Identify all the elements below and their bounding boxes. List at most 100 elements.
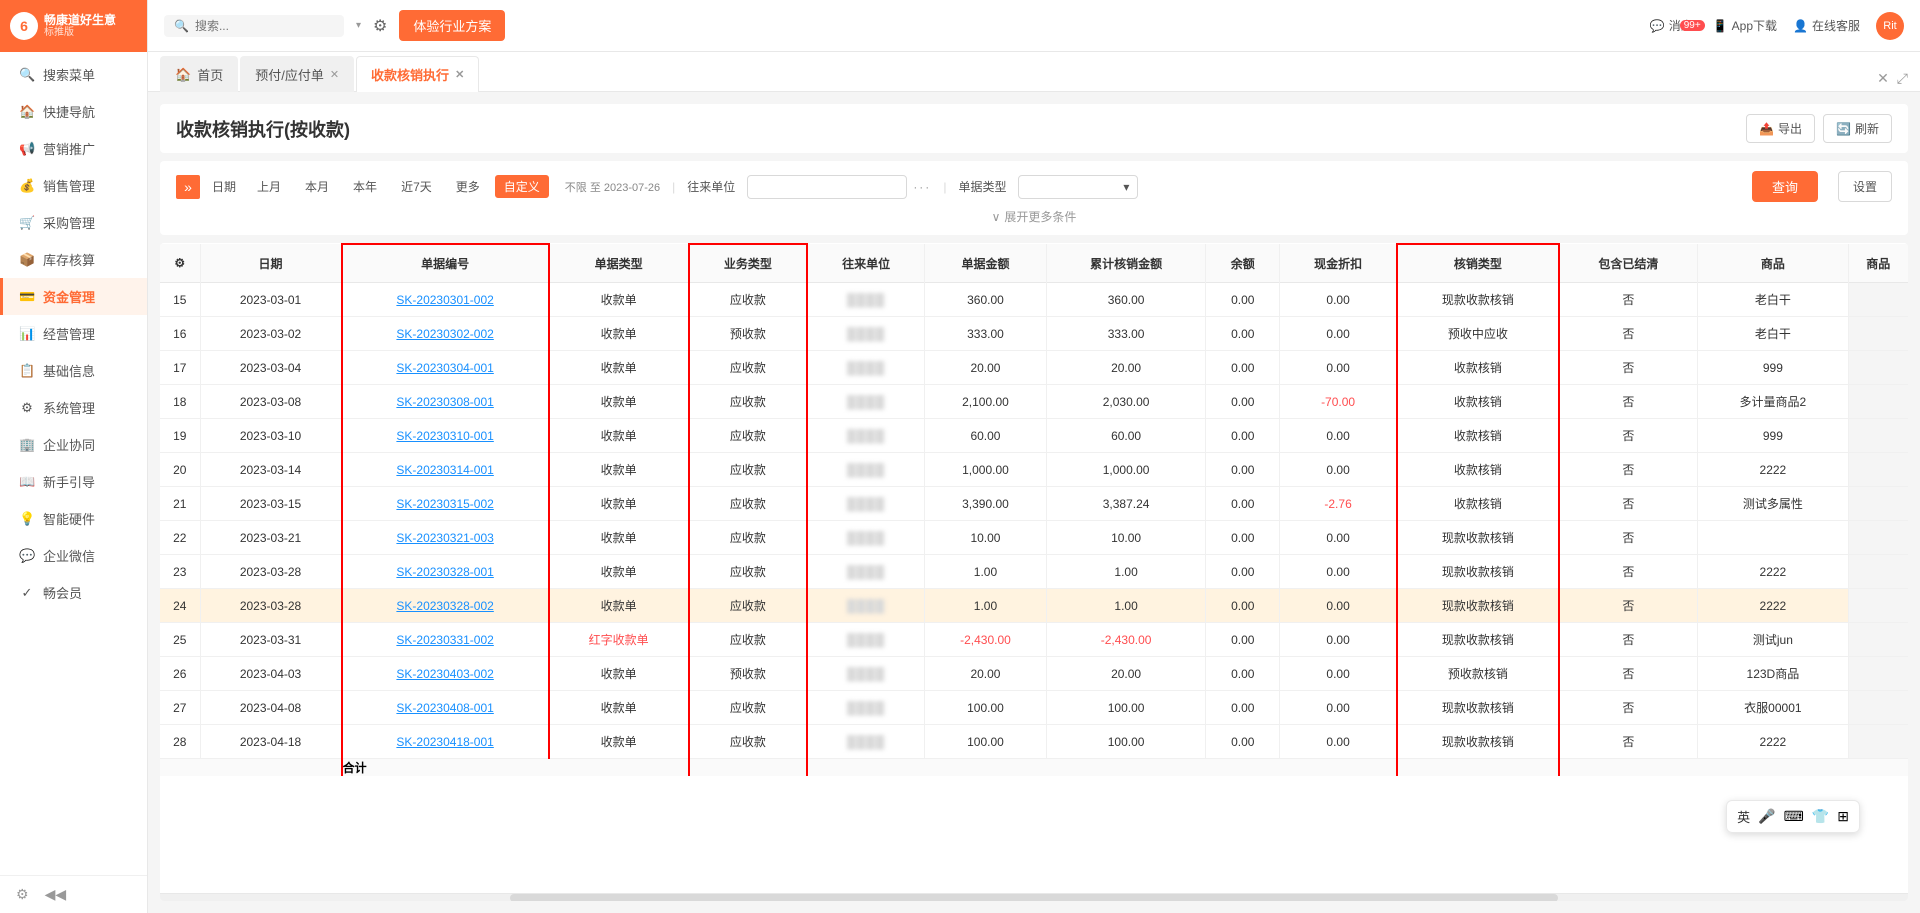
date-btn-last-month[interactable]: 上月 — [248, 175, 290, 198]
setting-button[interactable]: 设置 — [1838, 171, 1892, 202]
topbar-gear-icon[interactable]: ⚙ — [373, 16, 387, 36]
tab-home[interactable]: 🏠 首页 — [160, 56, 238, 92]
app-download-item[interactable]: 📱 App下载 — [1713, 17, 1777, 34]
date-btn-this-month[interactable]: 本月 — [296, 175, 338, 198]
date-btn-more[interactable]: 更多 — [447, 175, 489, 198]
sidebar-item-basic-info[interactable]: 📋 基础信息 — [0, 352, 147, 389]
ime-keyboard-icon[interactable]: ⌨ — [1784, 808, 1804, 825]
user-avatar[interactable]: Rit — [1876, 12, 1904, 40]
table-cell: 收款核销 — [1397, 453, 1559, 487]
sidebar-item-member[interactable]: ✓ 畅会员 — [0, 574, 147, 611]
table-cell[interactable]: SK-20230408-001 — [342, 691, 549, 725]
table-cell: 收款单 — [549, 283, 689, 317]
topbar-right: 💬 消息 99+ 📱 App下载 👤 在线客服 Rit — [1650, 12, 1904, 40]
table-scrollbar-thumb[interactable] — [510, 894, 1559, 901]
table-row[interactable]: 212023-03-15SK-20230315-002收款单应收款████3,3… — [160, 487, 1908, 521]
table-cell: 0.00 — [1280, 351, 1398, 385]
table-scrollbar[interactable] — [160, 893, 1908, 901]
settings-bottom-icon[interactable]: ⚙ — [16, 886, 29, 903]
table-cell[interactable]: SK-20230403-002 — [342, 657, 549, 691]
expand-more-label: 展开更多条件 — [1004, 208, 1076, 225]
sidebar-item-corp[interactable]: 🏢 企业协同 — [0, 426, 147, 463]
th-gear[interactable]: ⚙ — [160, 244, 200, 283]
purchase-icon: 🛒 — [19, 215, 35, 231]
partner-dots-button[interactable]: ··· — [913, 180, 931, 194]
table-cell[interactable]: SK-20230302-002 — [342, 317, 549, 351]
date-btn-this-year[interactable]: 本年 — [344, 175, 386, 198]
ime-grid-icon[interactable]: ⊞ — [1837, 808, 1849, 825]
tab-receipt-close[interactable]: ✕ — [455, 68, 464, 81]
table-row[interactable]: 222023-03-21SK-20230321-003收款单应收款████10.… — [160, 521, 1908, 555]
tab-close-all-icon[interactable]: ✕ — [1877, 70, 1889, 87]
table-cell[interactable]: SK-20230301-002 — [342, 283, 549, 317]
table-row[interactable]: 232023-03-28SK-20230328-001收款单应收款████1.0… — [160, 555, 1908, 589]
export-button[interactable]: 📤 导出 — [1746, 114, 1815, 143]
table-cell[interactable]: SK-20230328-001 — [342, 555, 549, 589]
ime-mic-icon[interactable]: 🎤 — [1758, 808, 1775, 825]
topbar-search-box[interactable]: 🔍 — [164, 15, 344, 37]
table-row[interactable]: 182023-03-08SK-20230308-001收款单应收款████2,1… — [160, 385, 1908, 419]
ime-shirt-icon[interactable]: 👕 — [1812, 808, 1829, 825]
table-row[interactable]: 272023-04-08SK-20230408-001收款单应收款████100… — [160, 691, 1908, 725]
table-row[interactable]: 242023-03-28SK-20230328-002收款单应收款████1.0… — [160, 589, 1908, 623]
table-row[interactable]: 262023-04-03SK-20230403-002收款单预收款████20.… — [160, 657, 1908, 691]
table-row[interactable]: 152023-03-01SK-20230301-002收款单应收款████360… — [160, 283, 1908, 317]
table-cell: 360.00 — [925, 283, 1047, 317]
table-cell[interactable]: SK-20230314-001 — [342, 453, 549, 487]
collapse-icon[interactable]: ◀◀ — [45, 886, 67, 903]
sidebar-item-system[interactable]: ⚙ 系统管理 — [0, 389, 147, 426]
table-row[interactable]: 172023-03-04SK-20230304-001收款单应收款████20.… — [160, 351, 1908, 385]
doc-type-select[interactable]: ▾ — [1018, 175, 1138, 199]
table-cell[interactable]: SK-20230308-001 — [342, 385, 549, 419]
refresh-icon: 🔄 — [1836, 122, 1851, 136]
table-cell[interactable]: SK-20230315-002 — [342, 487, 549, 521]
sidebar-item-inventory[interactable]: 📦 库存核算 — [0, 241, 147, 278]
sidebar-item-purchase[interactable]: 🛒 采购管理 — [0, 204, 147, 241]
table-cell: 333.00 — [1046, 317, 1206, 351]
refresh-button[interactable]: 🔄 刷新 — [1823, 114, 1892, 143]
sidebar-item-wechat[interactable]: 💬 企业微信 — [0, 537, 147, 574]
table-cell[interactable]: SK-20230418-001 — [342, 725, 549, 759]
table-cell[interactable]: SK-20230321-003 — [342, 521, 549, 555]
sidebar-item-search[interactable]: 🔍 搜索菜单 — [0, 56, 147, 93]
sidebar-item-sales[interactable]: 💰 销售管理 — [0, 167, 147, 204]
table-cell: 19 — [160, 419, 200, 453]
table-cell[interactable]: SK-20230304-001 — [342, 351, 549, 385]
topbar-chevron-icon[interactable]: ▾ — [356, 20, 361, 31]
tab-prepay[interactable]: 预付/应付单 ✕ — [240, 56, 354, 92]
tab-expand-icon[interactable]: ⤢ — [1897, 70, 1908, 87]
table-cell: 16 — [160, 317, 200, 351]
sidebar-item-finance[interactable]: 💳 资金管理 — [0, 278, 147, 315]
expand-more-row[interactable]: ∨ 展开更多条件 — [176, 208, 1892, 225]
partner-filter-input[interactable] — [747, 175, 907, 199]
solution-button[interactable]: 体验行业方案 — [399, 10, 505, 41]
table-row[interactable]: 202023-03-14SK-20230314-001收款单应收款████1,0… — [160, 453, 1908, 487]
sidebar-item-marketing[interactable]: 📢 营销推广 — [0, 130, 147, 167]
table-cell[interactable]: SK-20230331-002 — [342, 623, 549, 657]
online-service-item[interactable]: 👤 在线客服 — [1793, 17, 1860, 34]
table-row[interactable]: 192023-03-10SK-20230310-001收款单应收款████60.… — [160, 419, 1908, 453]
table-cell[interactable]: SK-20230310-001 — [342, 419, 549, 453]
query-button[interactable]: 查询 — [1752, 171, 1818, 202]
app-version: 标推版 — [44, 27, 116, 39]
table-row[interactable]: 252023-03-31SK-20230331-002红字收款单应收款████-… — [160, 623, 1908, 657]
sidebar-item-guide[interactable]: 📖 新手引导 — [0, 463, 147, 500]
table-cell: 360.00 — [1046, 283, 1206, 317]
sidebar-item-hardware[interactable]: 💡 智能硬件 — [0, 500, 147, 537]
filter-expand-button[interactable]: » — [176, 175, 200, 199]
tab-receipt-verify[interactable]: 收款核销执行 ✕ — [356, 56, 479, 92]
sidebar-item-operations[interactable]: 📊 经营管理 — [0, 315, 147, 352]
table-scroll[interactable]: ⚙ 日期 单据编号 单据类型 业务类型 往来单位 单据金额 累计核销金额 余额 … — [160, 243, 1908, 893]
date-btn-custom[interactable]: 自定义 — [495, 175, 549, 198]
date-btn-7days[interactable]: 近7天 — [392, 175, 441, 198]
th-partner: 往来单位 — [807, 244, 925, 283]
messages-item[interactable]: 💬 消息 99+ — [1650, 17, 1697, 34]
sidebar-item-quick-nav[interactable]: 🏠 快捷导航 — [0, 93, 147, 130]
table-cell — [1848, 487, 1908, 521]
table-row[interactable]: 162023-03-02SK-20230302-002收款单预收款████333… — [160, 317, 1908, 351]
table-row[interactable]: 282023-04-18SK-20230418-001收款单应收款████100… — [160, 725, 1908, 759]
table-cell[interactable]: SK-20230328-002 — [342, 589, 549, 623]
sales-icon: 💰 — [19, 178, 35, 194]
search-input[interactable] — [195, 19, 325, 33]
tab-prepay-close[interactable]: ✕ — [330, 68, 339, 81]
